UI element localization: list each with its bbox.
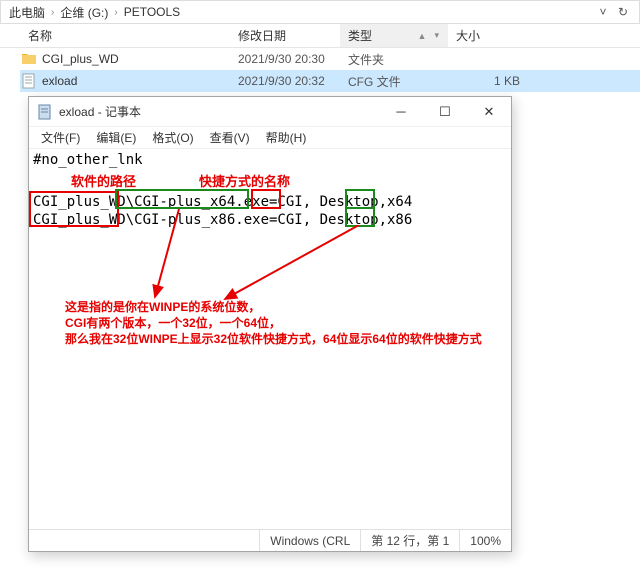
column-size[interactable]: 大小 — [448, 24, 528, 47]
file-type: CFG 文件 — [340, 73, 448, 90]
chevron-right-icon[interactable]: › — [51, 7, 54, 18]
anno-note: 这是指的是你在WINPE的系统位数， CGI有两个版本，一个32位，一个64位，… — [65, 299, 482, 347]
menubar: 文件(F) 编辑(E) 格式(O) 查看(V) 帮助(H) — [29, 127, 511, 149]
file-date: 2021/9/30 20:32 — [230, 74, 340, 88]
file-date: 2021/9/30 20:30 — [230, 52, 340, 66]
column-date[interactable]: 修改日期 — [230, 24, 340, 47]
text-line: #no_other_lnk — [33, 151, 507, 169]
menu-view[interactable]: 查看(V) — [202, 127, 258, 148]
sort-asc-icon: ▲ — [418, 31, 427, 41]
file-list: CGI_plus_WD 2021/9/30 20:30 文件夹 exload 2… — [0, 48, 640, 92]
menu-file[interactable]: 文件(F) — [33, 127, 88, 148]
window-title: exload - 记事本 — [59, 103, 141, 120]
file-name: exload — [42, 74, 230, 88]
file-row[interactable]: CGI_plus_WD 2021/9/30 20:30 文件夹 — [20, 48, 640, 70]
anno-note-line: 这是指的是你在WINPE的系统位数， — [65, 299, 482, 315]
dropdown-icon[interactable]: ˅ — [595, 4, 611, 20]
refresh-icon[interactable]: ↻ — [615, 4, 631, 20]
breadcrumb-part[interactable]: 此电脑 — [9, 4, 45, 21]
column-name[interactable]: 名称 — [20, 24, 230, 47]
minimize-button[interactable]: ─ — [379, 97, 423, 127]
menu-format[interactable]: 格式(O) — [144, 127, 201, 148]
file-size: 1 KB — [448, 74, 528, 88]
column-label: 类型 — [348, 27, 372, 44]
anno-note-line: CGI有两个版本，一个32位，一个64位， — [65, 315, 482, 331]
column-headers: 名称 修改日期 类型 ▲ ▾ 大小 — [0, 24, 640, 48]
file-icon — [20, 72, 38, 90]
file-name: CGI_plus_WD — [42, 52, 230, 66]
text-area[interactable]: #no_other_lnk CGI_plus_WD\CGI-plus_x64.e… — [29, 149, 511, 529]
maximize-button[interactable]: ☐ — [423, 97, 467, 127]
text-line: CGI_plus_WD\CGI-plus_x64.exe=CGI, Deskto… — [33, 193, 507, 211]
anno-note-line: 那么我在32位WINPE上显示32位软件快捷方式，64位显示64位的软件快捷方式 — [65, 331, 482, 347]
menu-edit[interactable]: 编辑(E) — [88, 127, 144, 148]
column-label: 修改日期 — [238, 27, 286, 44]
arrow-icon — [219, 225, 369, 305]
text-line: CGI_plus_WD\CGI-plus_x86.exe=CGI, Deskto… — [33, 211, 507, 229]
status-encoding: Windows (CRL — [259, 530, 360, 551]
dropdown-icon[interactable]: ▾ — [434, 30, 439, 41]
close-button[interactable]: ✕ — [467, 97, 511, 127]
file-row[interactable]: exload 2021/9/30 20:32 CFG 文件 1 KB — [20, 70, 640, 92]
column-type[interactable]: 类型 ▲ ▾ — [340, 24, 448, 47]
anno-label-shortcut: 快捷方式的名称 — [199, 171, 290, 190]
breadcrumb-part[interactable]: 企维 (G:) — [60, 4, 108, 21]
column-label: 大小 — [456, 27, 480, 44]
breadcrumb: 此电脑 › 企维 (G:) › PETOOLS ˅ ↻ — [0, 0, 640, 24]
notepad-window: exload - 记事本 ─ ☐ ✕ 文件(F) 编辑(E) 格式(O) 查看(… — [28, 96, 512, 552]
file-type: 文件夹 — [340, 51, 448, 68]
chevron-right-icon[interactable]: › — [114, 7, 117, 18]
titlebar[interactable]: exload - 记事本 ─ ☐ ✕ — [29, 97, 511, 127]
statusbar: Windows (CRL 第 12 行，第 1 100% — [29, 529, 511, 551]
folder-icon — [20, 50, 38, 68]
anno-label-path: 软件的路径 — [71, 171, 136, 190]
status-position: 第 12 行，第 1 — [360, 530, 459, 551]
menu-help[interactable]: 帮助(H) — [258, 127, 315, 148]
column-label: 名称 — [28, 27, 52, 44]
notepad-icon — [37, 104, 53, 120]
status-zoom: 100% — [459, 530, 511, 551]
breadcrumb-part[interactable]: PETOOLS — [124, 5, 180, 19]
